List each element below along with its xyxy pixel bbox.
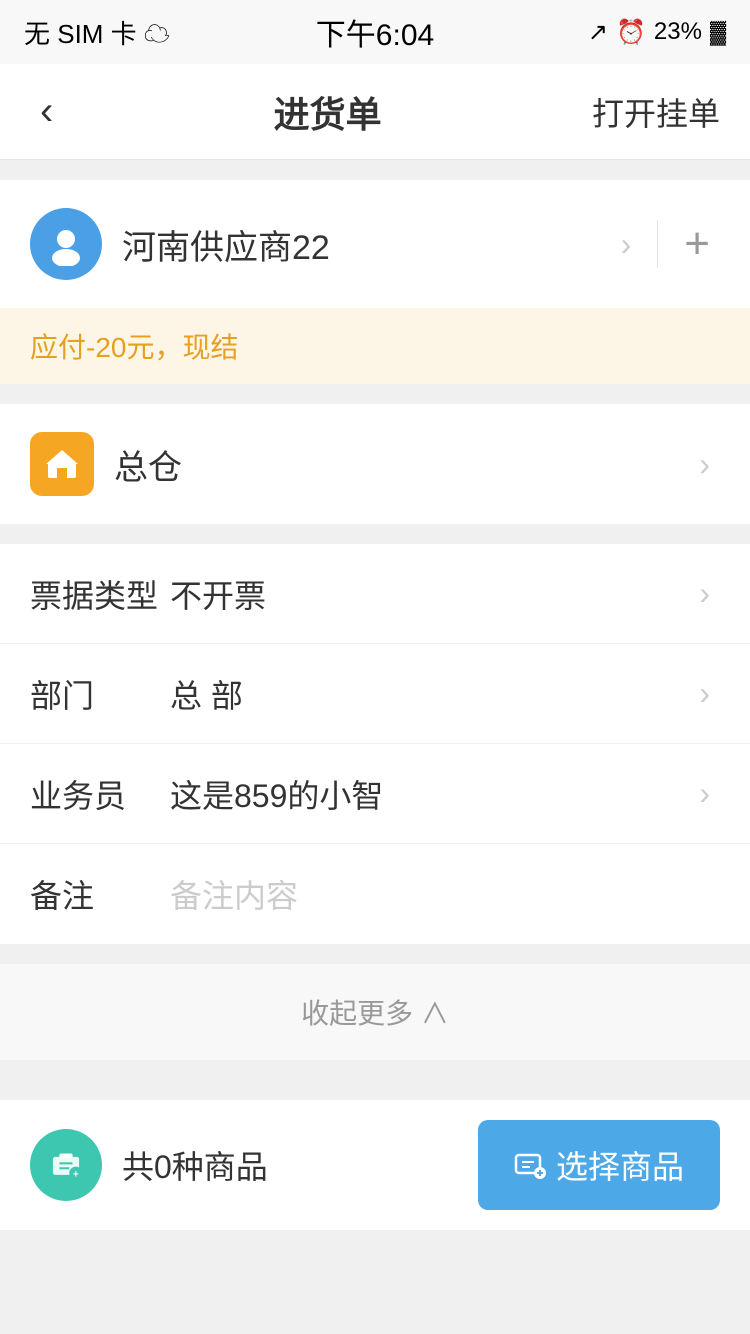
location-icon: ↗: [588, 18, 608, 47]
supplier-name: 河南供应商22: [122, 220, 621, 269]
warehouse-section: 总仓 ›: [0, 404, 750, 524]
supplier-row[interactable]: 河南供应商22 › +: [0, 180, 750, 308]
open-pending-button[interactable]: 打开挂单: [592, 89, 720, 135]
department-value: 总 部: [160, 671, 699, 717]
status-right: ↗ ⏰ 23% ▓: [588, 18, 726, 47]
supplier-section: 河南供应商22 › + 应付-20元，现结: [0, 180, 750, 384]
supplier-chevron-icon: ›: [621, 226, 632, 263]
sim-label: 无 SIM 卡 ☁: [24, 14, 170, 51]
svg-text:+: +: [73, 1169, 79, 1180]
product-count-label: 共0种商品: [122, 1142, 478, 1188]
invoice-type-value: 不开票: [160, 571, 699, 617]
warehouse-row[interactable]: 总仓 ›: [0, 404, 750, 524]
section-gap-4: [0, 944, 750, 964]
status-bar: 无 SIM 卡 ☁ 下午6:04 ↗ ⏰ 23% ▓: [0, 0, 750, 64]
salesperson-label: 业务员: [30, 771, 160, 817]
remark-row[interactable]: 备注 备注内容: [0, 844, 750, 944]
collapse-row[interactable]: 收起更多 ∧: [0, 964, 750, 1060]
department-label: 部门: [30, 671, 160, 717]
remark-value[interactable]: 备注内容: [160, 871, 720, 917]
invoice-type-label: 票据类型: [30, 571, 160, 617]
alarm-icon: ⏰: [616, 18, 646, 47]
department-chevron-icon: ›: [699, 675, 710, 712]
warehouse-icon: [30, 432, 94, 496]
battery-label: 23%: [654, 18, 702, 46]
select-product-label: 选择商品: [556, 1142, 684, 1188]
page-title: 进货单: [274, 86, 382, 138]
section-gap-1: [0, 160, 750, 180]
notice-text: 应付-20元，现结: [30, 332, 238, 363]
product-bar: + 共0种商品 选择商品: [0, 1100, 750, 1230]
warehouse-name: 总仓: [114, 440, 699, 489]
section-gap-3: [0, 524, 750, 544]
back-button[interactable]: ‹: [30, 79, 63, 144]
form-section: 票据类型 不开票 › 部门 总 部 › 业务员 这是859的小智 › 备注 备注…: [0, 544, 750, 944]
section-gap-2: [0, 384, 750, 404]
salesperson-chevron-icon: ›: [699, 775, 710, 812]
notice-bar: 应付-20元，现结: [0, 308, 750, 384]
salesperson-value: 这是859的小智: [160, 771, 699, 817]
supplier-avatar: [30, 208, 102, 280]
vertical-divider: [657, 220, 658, 268]
invoice-type-chevron-icon: ›: [699, 575, 710, 612]
department-row[interactable]: 部门 总 部 ›: [0, 644, 750, 744]
add-supplier-button[interactable]: +: [674, 212, 720, 276]
status-time: 下午6:04: [316, 10, 434, 54]
collapse-label: 收起更多 ∧: [301, 992, 449, 1032]
battery-icon: ▓: [710, 19, 726, 45]
warehouse-chevron-icon: ›: [699, 446, 710, 483]
select-product-button[interactable]: 选择商品: [478, 1120, 720, 1210]
salesperson-row[interactable]: 业务员 这是859的小智 ›: [0, 744, 750, 844]
invoice-type-row[interactable]: 票据类型 不开票 ›: [0, 544, 750, 644]
nav-bar: ‹ 进货单 打开挂单: [0, 64, 750, 160]
main-content: 河南供应商22 › + 应付-20元，现结 总仓 ›: [0, 160, 750, 1334]
remark-label: 备注: [30, 871, 160, 917]
section-gap-5: [0, 1060, 750, 1080]
product-icon: +: [30, 1129, 102, 1201]
status-left: 无 SIM 卡 ☁: [24, 14, 170, 51]
